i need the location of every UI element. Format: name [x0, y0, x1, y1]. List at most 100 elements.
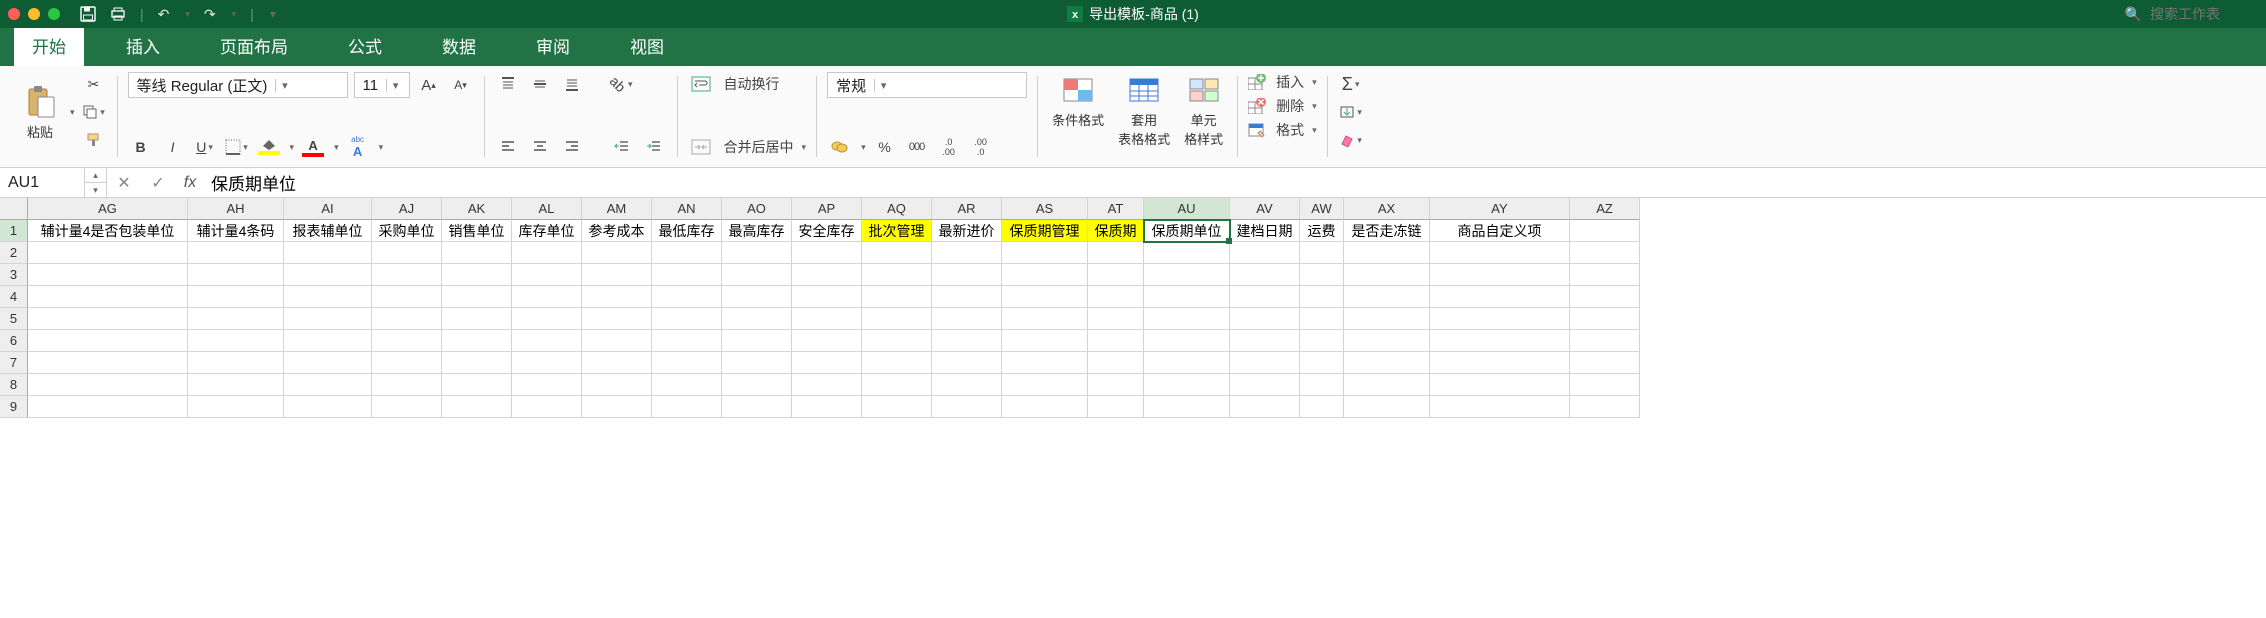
cell-AK1[interactable]: 销售单位: [442, 220, 512, 242]
wrap-text-label[interactable]: 自动换行: [724, 74, 780, 94]
tab-insert[interactable]: 插入: [108, 27, 178, 66]
cell-AK2[interactable]: [442, 242, 512, 264]
cell-AV4[interactable]: [1230, 286, 1300, 308]
fill-icon[interactable]: ▾: [1338, 100, 1364, 124]
cell-AU9[interactable]: [1144, 396, 1230, 418]
merge-center-label[interactable]: 合并后居中: [724, 137, 794, 157]
cell-AL6[interactable]: [512, 330, 582, 352]
cell-AI6[interactable]: [284, 330, 372, 352]
cell-AU3[interactable]: [1144, 264, 1230, 286]
cell-AG1[interactable]: 辅计量4是否包装单位: [28, 220, 188, 242]
cell-AQ2[interactable]: [862, 242, 932, 264]
cell-AM1[interactable]: 参考成本: [582, 220, 652, 242]
cell-AS9[interactable]: [1002, 396, 1088, 418]
cell-AM5[interactable]: [582, 308, 652, 330]
cell-AN4[interactable]: [652, 286, 722, 308]
underline-icon[interactable]: U▾: [192, 135, 218, 159]
cell-AZ6[interactable]: [1570, 330, 1640, 352]
cell-AM9[interactable]: [582, 396, 652, 418]
cell-AX2[interactable]: [1344, 242, 1430, 264]
align-bottom-icon[interactable]: [559, 72, 585, 96]
paste-button[interactable]: 粘贴: [18, 84, 62, 141]
cell-AV7[interactable]: [1230, 352, 1300, 374]
cell-AJ3[interactable]: [372, 264, 442, 286]
cell-AP1[interactable]: 安全库存: [792, 220, 862, 242]
cell-AT7[interactable]: [1088, 352, 1144, 374]
cell-AZ5[interactable]: [1570, 308, 1640, 330]
cell-AH9[interactable]: [188, 396, 284, 418]
cell-AG4[interactable]: [28, 286, 188, 308]
cell-AU4[interactable]: [1144, 286, 1230, 308]
cell-AM2[interactable]: [582, 242, 652, 264]
cell-AW3[interactable]: [1300, 264, 1344, 286]
column-header-AN[interactable]: AN: [652, 198, 722, 220]
cell-AU1[interactable]: 保质期单位: [1144, 220, 1230, 242]
cell-AU6[interactable]: [1144, 330, 1230, 352]
decrease-font-icon[interactable]: A▾: [448, 73, 474, 97]
cell-AX4[interactable]: [1344, 286, 1430, 308]
column-header-AH[interactable]: AH: [188, 198, 284, 220]
cell-AK9[interactable]: [442, 396, 512, 418]
cell-AG9[interactable]: [28, 396, 188, 418]
currency-icon[interactable]: [827, 135, 853, 159]
column-header-AU[interactable]: AU: [1144, 198, 1230, 220]
cell-AU5[interactable]: [1144, 308, 1230, 330]
column-header-AJ[interactable]: AJ: [372, 198, 442, 220]
cell-AN1[interactable]: 最低库存: [652, 220, 722, 242]
cell-AQ5[interactable]: [862, 308, 932, 330]
cell-AG8[interactable]: [28, 374, 188, 396]
increase-font-icon[interactable]: A▴: [416, 73, 442, 97]
cell-AY2[interactable]: [1430, 242, 1570, 264]
cell-AI9[interactable]: [284, 396, 372, 418]
cell-AP8[interactable]: [792, 374, 862, 396]
minimize-window-button[interactable]: [28, 8, 40, 20]
cell-AG3[interactable]: [28, 264, 188, 286]
cell-AK8[interactable]: [442, 374, 512, 396]
column-header-AM[interactable]: AM: [582, 198, 652, 220]
column-header-AT[interactable]: AT: [1088, 198, 1144, 220]
cell-AZ3[interactable]: [1570, 264, 1640, 286]
cell-AN3[interactable]: [652, 264, 722, 286]
border-icon[interactable]: ▾: [224, 135, 250, 159]
print-icon[interactable]: [110, 6, 126, 22]
cell-AN7[interactable]: [652, 352, 722, 374]
decrease-decimal-icon[interactable]: .00.0: [968, 135, 994, 159]
cell-AR5[interactable]: [932, 308, 1002, 330]
paste-dropdown[interactable]: ▾: [70, 107, 75, 118]
column-header-AK[interactable]: AK: [442, 198, 512, 220]
column-header-AV[interactable]: AV: [1230, 198, 1300, 220]
cell-AT3[interactable]: [1088, 264, 1144, 286]
merge-center-icon[interactable]: [688, 135, 714, 159]
cell-AT1[interactable]: 保质期: [1088, 220, 1144, 242]
cell-AY6[interactable]: [1430, 330, 1570, 352]
cell-AZ2[interactable]: [1570, 242, 1640, 264]
cell-AR6[interactable]: [932, 330, 1002, 352]
cell-AS8[interactable]: [1002, 374, 1088, 396]
cell-AL8[interactable]: [512, 374, 582, 396]
cell-AK4[interactable]: [442, 286, 512, 308]
cell-AT6[interactable]: [1088, 330, 1144, 352]
cell-AO2[interactable]: [722, 242, 792, 264]
cell-AU2[interactable]: [1144, 242, 1230, 264]
cell-AV3[interactable]: [1230, 264, 1300, 286]
cell-AU7[interactable]: [1144, 352, 1230, 374]
cell-AL7[interactable]: [512, 352, 582, 374]
cell-AH5[interactable]: [188, 308, 284, 330]
cell-AL9[interactable]: [512, 396, 582, 418]
align-middle-icon[interactable]: [527, 72, 553, 96]
delete-cells-button[interactable]: 删除▾: [1248, 96, 1317, 116]
column-header-AI[interactable]: AI: [284, 198, 372, 220]
cell-AH6[interactable]: [188, 330, 284, 352]
conditional-format-button[interactable]: 条件格式: [1048, 72, 1108, 129]
cell-AI8[interactable]: [284, 374, 372, 396]
cell-AW5[interactable]: [1300, 308, 1344, 330]
cell-AL4[interactable]: [512, 286, 582, 308]
enter-formula-icon[interactable]: ✓: [141, 173, 175, 193]
search-box[interactable]: 🔍: [2125, 5, 2258, 23]
cell-AN6[interactable]: [652, 330, 722, 352]
column-header-AZ[interactable]: AZ: [1570, 198, 1640, 220]
decrease-indent-icon[interactable]: [609, 135, 635, 159]
row-header-6[interactable]: 6: [0, 330, 28, 352]
font-name-dropdown[interactable]: 等线 Regular (正文)▾: [128, 72, 348, 98]
tab-formulas[interactable]: 公式: [330, 27, 400, 66]
